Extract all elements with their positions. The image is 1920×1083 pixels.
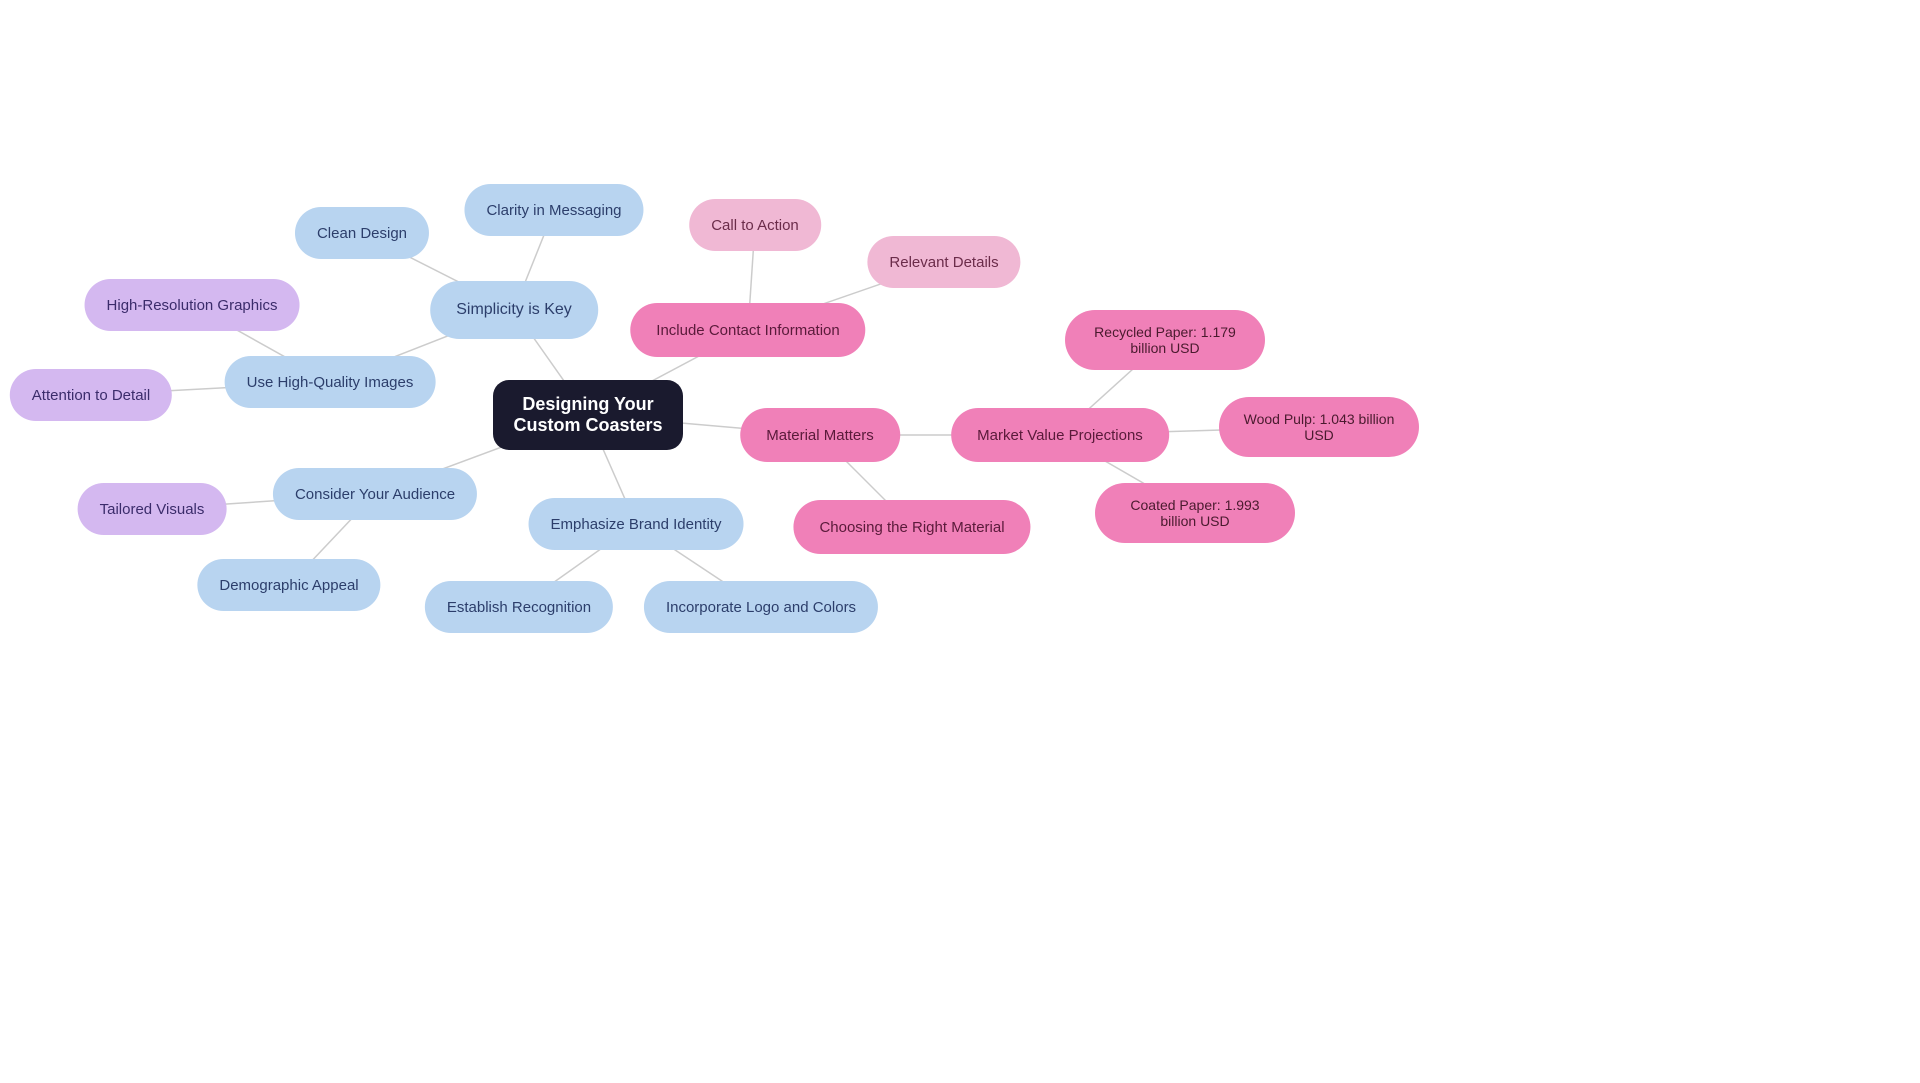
node-clarity-messaging[interactable]: Clarity in Messaging: [464, 184, 643, 236]
node-coated-paper[interactable]: Coated Paper: 1.993 billion USD: [1095, 483, 1295, 543]
node-tailored-visuals[interactable]: Tailored Visuals: [78, 483, 227, 535]
node-include-contact[interactable]: Include Contact Information: [630, 303, 865, 357]
node-relevant-details[interactable]: Relevant Details: [867, 236, 1020, 288]
node-attention-detail[interactable]: Attention to Detail: [10, 369, 172, 421]
node-choosing-material[interactable]: Choosing the Right Material: [793, 500, 1030, 554]
node-demographic-appeal[interactable]: Demographic Appeal: [197, 559, 380, 611]
node-recycled-paper[interactable]: Recycled Paper: 1.179 billion USD: [1065, 310, 1265, 370]
node-establish-recognition[interactable]: Establish Recognition: [425, 581, 613, 633]
node-simplicity-key[interactable]: Simplicity is Key: [430, 281, 598, 339]
node-clean-design[interactable]: Clean Design: [295, 207, 429, 259]
node-emphasize-brand[interactable]: Emphasize Brand Identity: [529, 498, 744, 550]
node-use-high-quality[interactable]: Use High-Quality Images: [225, 356, 436, 408]
node-call-action[interactable]: Call to Action: [689, 199, 821, 251]
node-high-res-graphics[interactable]: High-Resolution Graphics: [85, 279, 300, 331]
node-wood-pulp[interactable]: Wood Pulp: 1.043 billion USD: [1219, 397, 1419, 457]
node-incorporate-logo[interactable]: Incorporate Logo and Colors: [644, 581, 878, 633]
node-material-matters[interactable]: Material Matters: [740, 408, 900, 462]
node-market-value[interactable]: Market Value Projections: [951, 408, 1169, 462]
center-node[interactable]: Designing Your Custom Coasters: [493, 380, 683, 450]
node-consider-audience[interactable]: Consider Your Audience: [273, 468, 477, 520]
mindmap-container: Designing Your Custom Coasters Clean Desi…: [0, 0, 1920, 1083]
